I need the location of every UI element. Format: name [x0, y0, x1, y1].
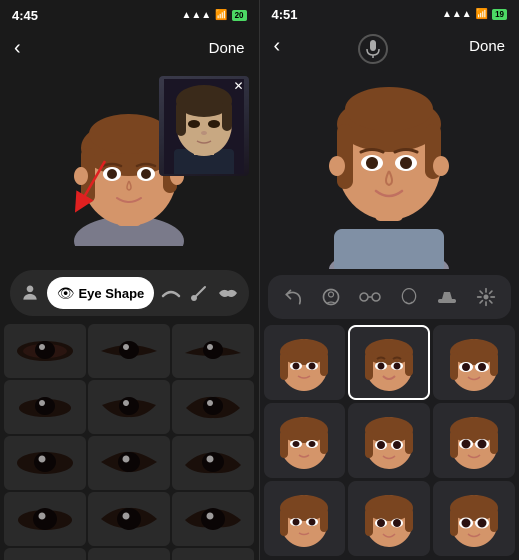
avatar-area-left: ✕ — [0, 66, 259, 266]
eye-option-11[interactable] — [88, 492, 170, 546]
done-button-right[interactable]: Done — [469, 38, 505, 55]
tool-head-right[interactable] — [394, 282, 424, 312]
hat-icon — [436, 289, 458, 305]
nav-bar-right: ‹ Done — [260, 28, 519, 64]
nav-bar-left: ‹ Done — [0, 30, 259, 66]
avatar-svg-right — [309, 69, 469, 269]
eye-option-8[interactable] — [88, 436, 170, 490]
right-panel: 4:51 ▲▲▲ 📶 19 ‹ Done — [260, 0, 519, 560]
wifi-icon-right: 📶 — [476, 9, 488, 20]
camera-close-button[interactable]: ✕ — [233, 79, 243, 93]
face-option-9[interactable] — [433, 481, 515, 556]
tool-lips[interactable] — [216, 277, 241, 309]
tool-eye-shape[interactable]: 👁 Eye Shape — [47, 277, 155, 309]
eye-option-3[interactable] — [172, 324, 254, 378]
status-icons-right: ▲▲▲ 📶 19 — [442, 9, 507, 20]
wifi-icon: 📶 — [215, 10, 227, 21]
eye-option-2[interactable] — [88, 324, 170, 378]
face-option-7[interactable] — [264, 481, 346, 556]
face-option-4[interactable] — [264, 403, 346, 478]
face-option-3[interactable] — [433, 325, 515, 400]
camera-face-svg — [164, 79, 244, 174]
avatar-area-right — [260, 64, 519, 273]
left-panel: 4:45 ▲▲▲ 📶 20 ‹ Done — [0, 0, 260, 560]
done-button-left[interactable]: Done — [209, 40, 245, 57]
eye-option-4[interactable] — [4, 380, 86, 434]
face-options-grid — [260, 321, 519, 560]
signal-icon: ▲▲▲ — [181, 10, 211, 21]
eye-shape-label: Eye Shape — [79, 286, 145, 301]
extra-icon — [476, 287, 496, 307]
tool-undo-right[interactable] — [278, 282, 308, 312]
eye-option-12[interactable] — [172, 492, 254, 546]
back-button-left[interactable]: ‹ — [14, 37, 21, 60]
mic-button[interactable] — [358, 34, 388, 64]
face-option-5[interactable] — [348, 403, 430, 478]
status-bar-right: 4:51 ▲▲▲ 📶 19 — [260, 0, 519, 28]
status-icons-left: ▲▲▲ 📶 20 — [181, 10, 246, 21]
back-button-right[interactable]: ‹ — [274, 35, 281, 58]
eye-icon: 👁 — [57, 285, 75, 302]
head-icon — [399, 287, 419, 307]
time-left: 4:45 — [12, 8, 38, 23]
eyebrow-icon — [161, 286, 181, 300]
eye-option-7[interactable] — [4, 436, 86, 490]
tool-eyebrow[interactable] — [158, 277, 183, 309]
eye-option-14[interactable] — [88, 548, 170, 560]
tool-glasses-right[interactable] — [355, 282, 385, 312]
tool-extra-right[interactable] — [471, 282, 501, 312]
eye-option-10[interactable] — [4, 492, 86, 546]
battery-right: 19 — [492, 9, 507, 20]
eye-option-5[interactable] — [88, 380, 170, 434]
face-option-8[interactable] — [348, 481, 430, 556]
glasses-icon — [359, 290, 381, 304]
signal-icon-right: ▲▲▲ — [442, 9, 472, 20]
tool-face-shape-right[interactable] — [316, 282, 346, 312]
eye-option-6[interactable] — [172, 380, 254, 434]
face-option-6[interactable] — [433, 403, 515, 478]
eye-option-15[interactable] — [172, 548, 254, 560]
toolbar-right — [268, 275, 512, 319]
time-right: 4:51 — [272, 7, 298, 22]
mic-icon — [366, 40, 380, 58]
tool-hat-right[interactable] — [432, 282, 462, 312]
toolbar-left: 👁 Eye Shape — [10, 270, 249, 316]
face-option-1[interactable] — [264, 325, 346, 400]
tool-person[interactable] — [18, 277, 43, 309]
lash-icon — [190, 284, 208, 302]
face-option-2[interactable] — [348, 325, 430, 400]
battery-left: 20 — [232, 10, 247, 21]
tool-lash[interactable] — [187, 277, 212, 309]
eye-option-9[interactable] — [172, 436, 254, 490]
eye-option-13[interactable] — [4, 548, 86, 560]
camera-preview: ✕ — [159, 76, 249, 176]
lips-icon — [217, 286, 239, 300]
undo-icon — [283, 287, 303, 307]
status-bar-left: 4:45 ▲▲▲ 📶 20 — [0, 0, 259, 30]
face-shape-icon — [321, 287, 341, 307]
eye-option-1[interactable] — [4, 324, 86, 378]
eye-grid — [0, 320, 259, 560]
